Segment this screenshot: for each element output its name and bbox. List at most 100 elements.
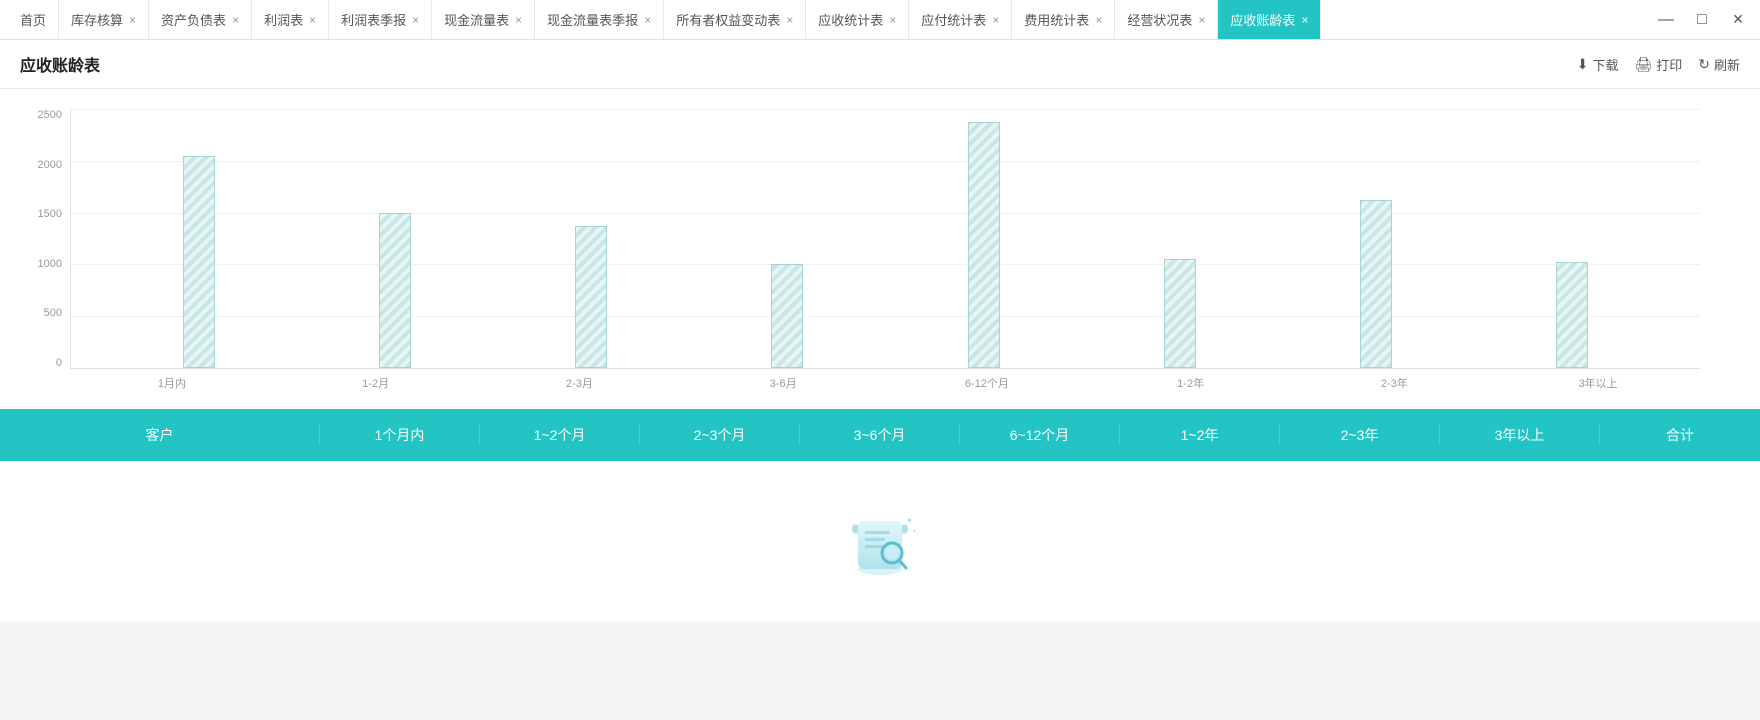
table-column-header: 1个月内 [320,425,480,445]
tab-close-icon[interactable]: × [1095,13,1102,27]
bar-group [493,109,689,368]
tab-close-icon[interactable]: × [309,13,316,27]
header-actions: ⬇ 下载 🖨 打印 ↻ 刷新 [1577,55,1740,74]
table-header: 客户1个月内1~2个月2~3个月3~6个月6~12个月1~2年2~3年3年以上合… [0,409,1760,461]
x-axis-label: 3年以上 [1496,369,1700,399]
tab-profit-quarterly[interactable]: 利润表季报 × [329,0,432,40]
tab-receivable-stat[interactable]: 应收统计表 × [806,0,909,40]
print-icon: 🖨 [1634,56,1652,73]
close-button[interactable]: × [1724,6,1752,34]
svg-text:✦: ✦ [912,528,917,535]
tab-label: 首页 [20,10,46,29]
tab-label: 库存核算 [71,10,123,29]
bar [771,264,803,368]
download-icon: ⬇ [1577,56,1589,73]
refresh-button[interactable]: ↻ 刷新 [1698,55,1740,74]
x-axis-label: 1-2月 [274,369,478,399]
tab-label: 费用统计表 [1024,10,1089,29]
tab-cashflow[interactable]: 现金流量表 × [432,0,535,40]
y-axis-label: 0 [56,357,62,369]
bar [1164,259,1196,368]
tab-label: 现金流量表季报 [547,10,638,29]
tab-operation[interactable]: 经营状况表 × [1115,0,1218,40]
maximize-button[interactable]: □ [1688,6,1716,34]
bar [379,213,411,368]
bar-chart: 25002000150010005000 1月内1-2月2-3月3-6月6-12… [20,109,1720,399]
tab-label: 应收统计表 [818,10,883,29]
tab-label: 应付统计表 [921,10,986,29]
x-axis-label: 1月内 [70,369,274,399]
tab-close-icon[interactable]: × [1198,13,1205,27]
bar-group [101,109,297,368]
print-button[interactable]: 🖨 打印 [1634,55,1682,74]
tab-close-icon[interactable]: × [129,13,136,27]
tab-balance[interactable]: 资产负债表 × [149,0,252,40]
tab-close-icon[interactable]: × [1301,13,1308,27]
tab-inventory[interactable]: 库存核算 × [59,0,149,40]
svg-text:✦: ✦ [906,516,913,525]
bar-group [886,109,1082,368]
x-axis-label: 3-6月 [681,369,885,399]
tab-label: 现金流量表 [444,10,509,29]
tab-close-icon[interactable]: × [515,13,522,27]
tab-label: 资产负债表 [161,10,226,29]
table-column-header: 1~2个月 [480,425,640,445]
bar-group [1278,109,1474,368]
tab-equity[interactable]: 所有者权益变动表 × [664,0,806,40]
tab-profit[interactable]: 利润表 × [252,0,329,40]
bar-group [1474,109,1670,368]
page-title: 应收账龄表 [20,52,100,76]
tab-close-icon[interactable]: × [232,13,239,27]
y-axis: 25002000150010005000 [20,109,70,369]
x-axis: 1月内1-2月2-3月3-6月6-12个月1-2年2-3年3年以上 [70,369,1700,399]
chart-area: 25002000150010005000 1月内1-2月2-3月3-6月6-12… [0,89,1760,409]
bar [1556,262,1588,368]
bar-group [689,109,885,368]
tab-close-icon[interactable]: × [889,13,896,27]
table-column-header: 2~3个月 [640,425,800,445]
bar-group [1082,109,1278,368]
refresh-icon: ↻ [1698,56,1710,73]
tab-bar: 首页库存核算×资产负债表×利润表×利润表季报×现金流量表×现金流量表季报×所有者… [0,0,1760,40]
bar-group [297,109,493,368]
tab-home[interactable]: 首页 [8,0,59,40]
download-button[interactable]: ⬇ 下载 [1577,55,1619,74]
tab-label: 应收账龄表 [1230,10,1295,29]
window-actions: — □ × [1652,6,1752,34]
tab-close-icon[interactable]: × [992,13,999,27]
empty-state: ✦ ✦ [0,461,1760,621]
x-axis-label: 2-3月 [478,369,682,399]
table-column-header: 6~12个月 [960,425,1120,445]
tab-close-icon[interactable]: × [644,13,651,27]
x-axis-label: 1-2年 [1089,369,1293,399]
tab-label: 利润表 [264,10,303,29]
y-axis-label: 2500 [38,109,62,121]
table-column-header: 3~6个月 [800,425,960,445]
bar [575,226,607,368]
tab-cashflow-quarterly[interactable]: 现金流量表季报 × [535,0,664,40]
minimize-button[interactable]: — [1652,6,1680,34]
tab-label: 所有者权益变动表 [676,10,780,29]
empty-state-icon: ✦ ✦ [830,501,930,581]
tab-expense-stat[interactable]: 费用统计表 × [1012,0,1115,40]
table-column-header: 2~3年 [1280,425,1440,445]
table-column-header: 客户 [0,425,320,445]
y-axis-label: 500 [44,307,62,319]
page-header: 应收账龄表 ⬇ 下载 🖨 打印 ↻ 刷新 [0,40,1760,89]
tab-close-icon[interactable]: × [412,13,419,27]
bar [1360,200,1392,368]
y-axis-label: 2000 [38,159,62,171]
table-column-header: 1~2年 [1120,425,1280,445]
tab-label: 利润表季报 [341,10,406,29]
tab-label: 经营状况表 [1127,10,1192,29]
bar [183,156,215,368]
table-column-header: 合计 [1600,425,1760,445]
tab-payable-stat[interactable]: 应付统计表 × [909,0,1012,40]
chart-body [70,109,1700,369]
x-axis-label: 6-12个月 [885,369,1089,399]
x-axis-label: 2-3年 [1293,369,1497,399]
y-axis-label: 1000 [38,258,62,270]
tab-aging[interactable]: 应收账龄表 × [1218,0,1321,40]
tab-close-icon[interactable]: × [786,13,793,27]
bars-area [71,109,1700,368]
